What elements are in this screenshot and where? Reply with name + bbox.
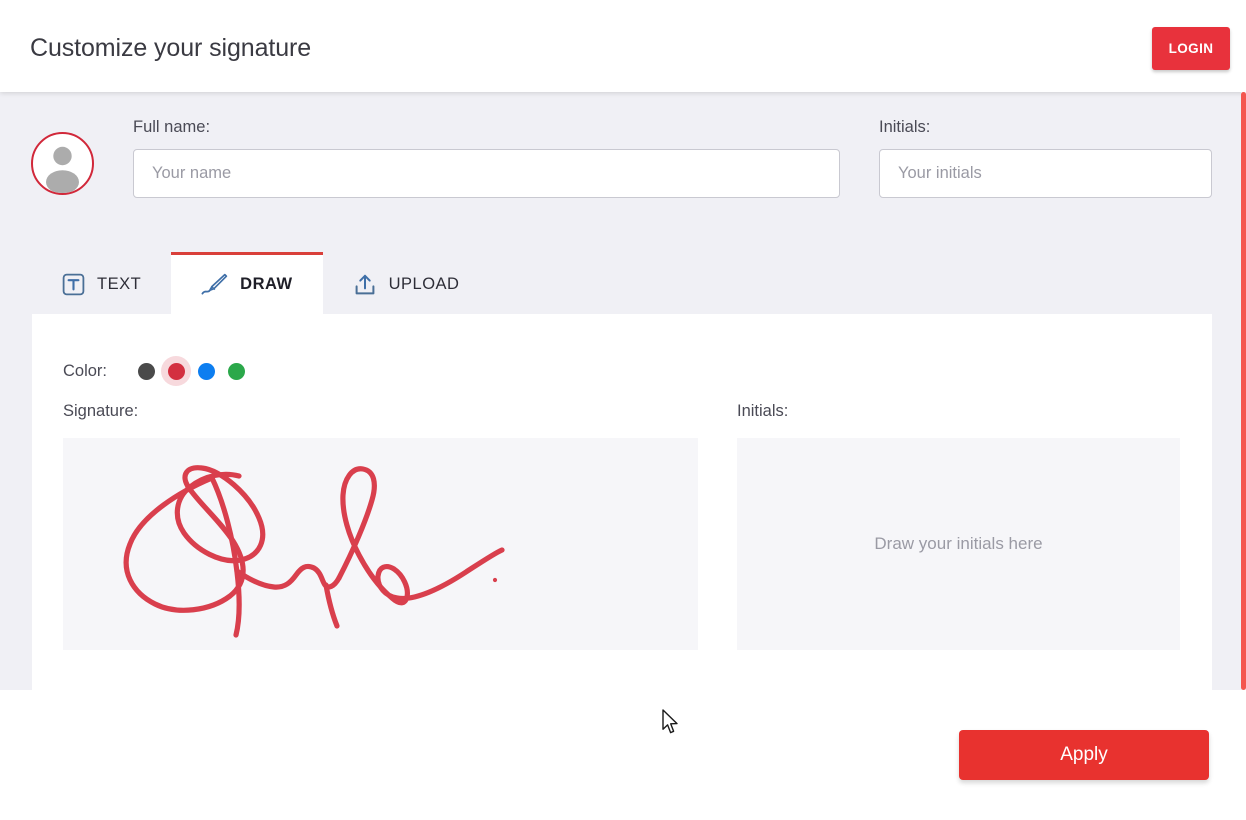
fullname-label: Full name: xyxy=(133,118,211,136)
text-box-icon xyxy=(62,273,85,296)
fullname-input[interactable] xyxy=(133,149,840,198)
signature-pad-label: Signature: xyxy=(63,402,139,420)
color-swatch-green[interactable] xyxy=(221,356,251,386)
upload-arrow-icon xyxy=(353,273,377,297)
tab-draw-label: DRAW xyxy=(240,275,293,293)
initials-draw-pad[interactable]: Draw your initials here xyxy=(737,438,1180,650)
initials-pad-placeholder: Draw your initials here xyxy=(874,534,1043,553)
initials-field-group: Initials: xyxy=(879,118,1212,198)
signature-customizer-app: Customize your signature LOGIN Full name… xyxy=(0,0,1246,820)
tab-draw[interactable]: DRAW xyxy=(171,252,323,314)
identity-row: Full name: Initials: xyxy=(0,118,1216,233)
app-header: Customize your signature LOGIN xyxy=(0,0,1246,92)
modal-footer: Apply xyxy=(0,690,1246,820)
color-swatch-red[interactable] xyxy=(161,356,192,386)
vertical-scrollbar-thumb[interactable] xyxy=(1241,92,1246,690)
vertical-scrollbar-track[interactable] xyxy=(1241,92,1246,690)
page-title: Customize your signature xyxy=(30,34,312,62)
tab-upload[interactable]: UPLOAD xyxy=(323,252,490,314)
signature-mode-tabs: TEXT DRAW UPLOAD xyxy=(32,252,489,314)
color-swatch-blue[interactable] xyxy=(191,356,221,386)
signature-draw-pad[interactable] xyxy=(63,438,698,650)
login-button[interactable]: LOGIN xyxy=(1152,27,1230,70)
user-avatar-icon xyxy=(31,132,94,195)
draw-tab-panel: Color: Signature: Initials: Draw your in… xyxy=(32,314,1212,690)
tab-text[interactable]: TEXT xyxy=(32,252,171,314)
tab-upload-label: UPLOAD xyxy=(388,275,460,293)
initials-input[interactable] xyxy=(879,149,1212,198)
fullname-field-group: Full name: xyxy=(133,118,840,198)
color-swatch-dark-gray[interactable] xyxy=(131,356,161,386)
color-label: Color: xyxy=(63,361,108,380)
initials-pad-label: Initials: xyxy=(737,402,789,420)
ink-color-picker: Color: xyxy=(63,356,251,386)
pen-nib-icon xyxy=(201,272,228,297)
apply-button[interactable]: Apply xyxy=(959,730,1209,780)
tab-text-label: TEXT xyxy=(97,275,142,293)
modal-body: Full name: Initials: TEXT xyxy=(0,92,1246,690)
initials-label: Initials: xyxy=(879,118,931,136)
